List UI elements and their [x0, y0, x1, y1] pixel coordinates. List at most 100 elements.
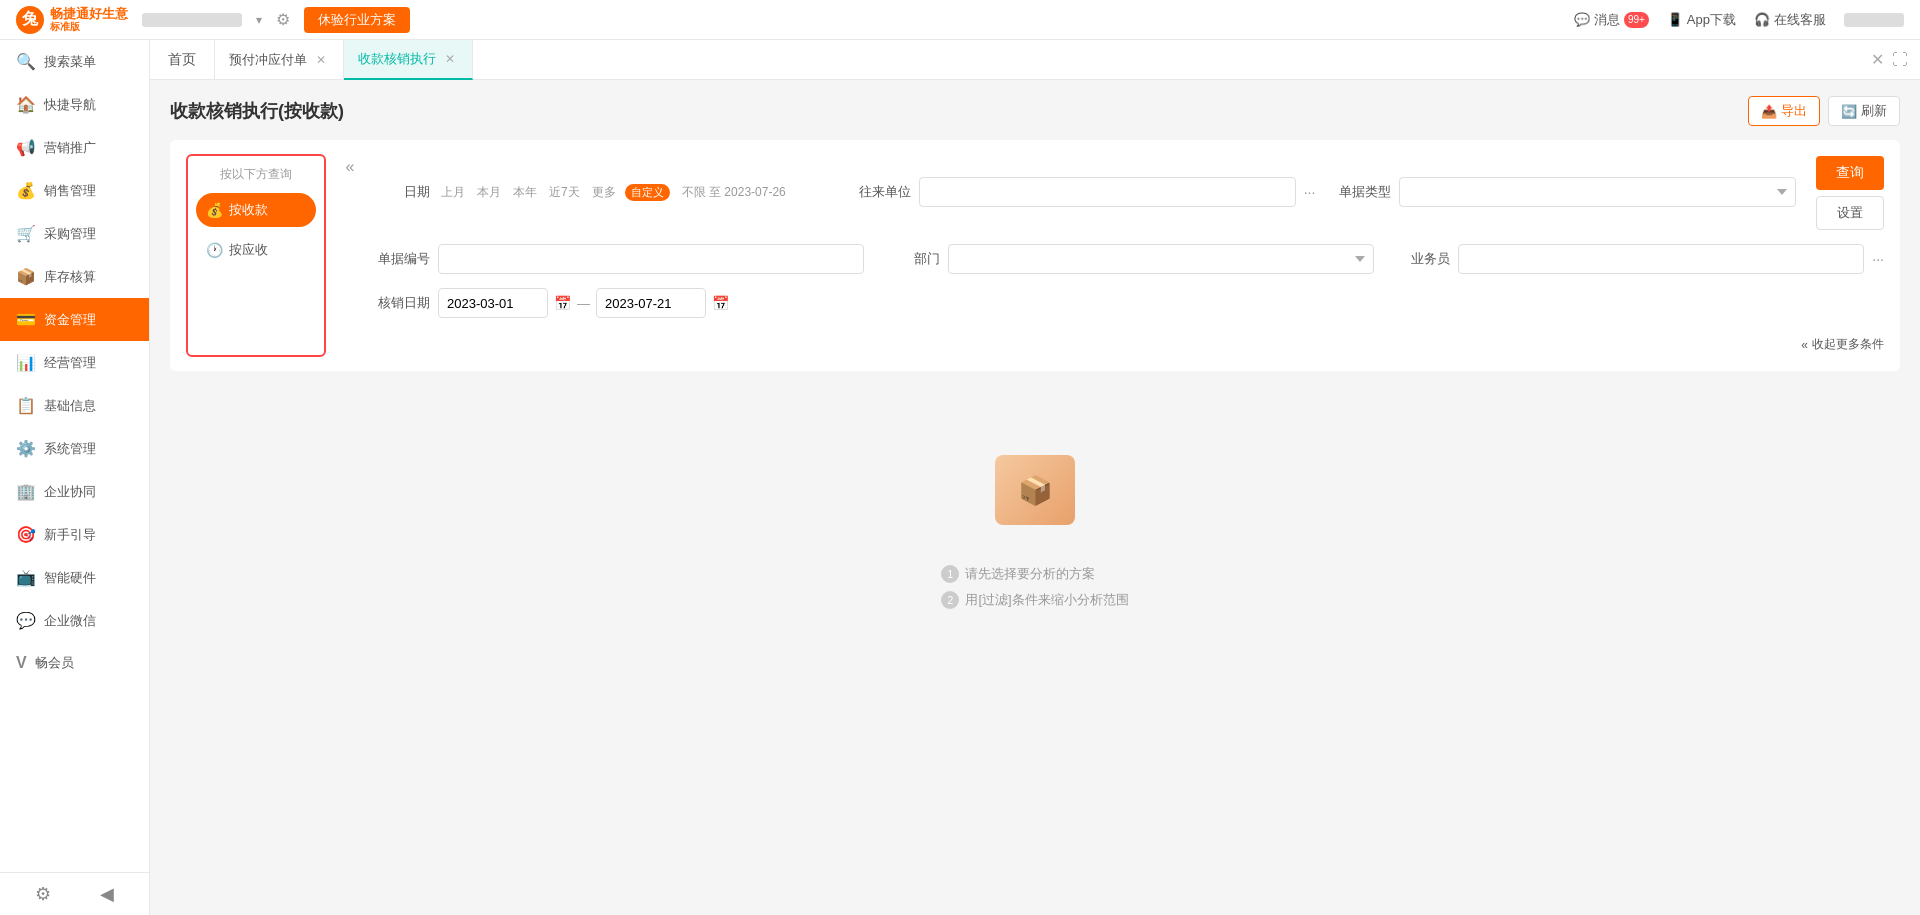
sidebar-item-operation[interactable]: 📊 经营管理: [0, 341, 149, 384]
wechat-icon: 💬: [16, 611, 36, 630]
refresh-icon: 🔄: [1841, 104, 1857, 119]
sidebar-item-nav[interactable]: 🏠 快捷导航: [0, 83, 149, 126]
tab-receipt-close-icon[interactable]: ✕: [442, 51, 458, 67]
solution-button[interactable]: 休验行业方案: [304, 7, 410, 33]
filter-row-1: 日期 上月 本月 本年 近7天 更多 自定义 不限 至 2023-07-26: [374, 154, 1884, 230]
date-shortcuts: 上月 本月 本年 近7天 更多 自定义: [438, 183, 670, 202]
empty-face-icon: 📦: [1018, 474, 1053, 507]
tab-receipt[interactable]: 收款核销执行 ✕: [344, 40, 473, 80]
member-icon: V: [16, 654, 27, 672]
inventory-icon: 📦: [16, 267, 36, 286]
tab-prepay-close-icon[interactable]: ✕: [313, 52, 329, 68]
sidebar-item-marketing[interactable]: 📢 营销推广: [0, 126, 149, 169]
finance-icon: 💳: [16, 310, 36, 329]
settings-button[interactable]: 设置: [1816, 196, 1884, 230]
hint-num-1: 1: [941, 565, 959, 583]
sidebar-item-system[interactable]: ⚙️ 系统管理: [0, 427, 149, 470]
receivable-icon: 🕐: [206, 242, 223, 258]
date-shortcut-7days[interactable]: 近7天: [546, 183, 583, 202]
sidebar-item-search[interactable]: 🔍 搜索菜单: [0, 40, 149, 83]
sidebar-label-search: 搜索菜单: [44, 53, 96, 71]
collapse-panel-button[interactable]: «: [338, 154, 362, 357]
hint-num-2: 2: [941, 591, 959, 609]
page-header: 收款核销执行(按收款) 📤 导出 🔄 刷新: [170, 96, 1900, 126]
collapse-more-label: 收起更多条件: [1812, 336, 1884, 353]
filter-row-3: 核销日期 📅 — 📅: [374, 288, 1884, 318]
sidebar-item-finance[interactable]: 💳 资金管理: [0, 298, 149, 341]
verify-date-range: 📅 — 📅: [438, 288, 1884, 318]
gear-icon[interactable]: ⚙: [276, 10, 290, 29]
filter-form: 日期 上月 本月 本年 近7天 更多 自定义 不限 至 2023-07-26: [374, 154, 1884, 357]
sidebar-item-base-info[interactable]: 📋 基础信息: [0, 384, 149, 427]
verify-date-start-calendar-icon[interactable]: 📅: [554, 295, 571, 311]
sidebar-item-purchase[interactable]: 🛒 采购管理: [0, 212, 149, 255]
message-label: 消息: [1594, 11, 1620, 29]
date-shortcut-more[interactable]: 更多: [589, 183, 619, 202]
tab-expand-icon[interactable]: ⛶: [1892, 51, 1908, 69]
verify-date-label: 核销日期: [374, 294, 430, 312]
sidebar-label-inventory: 库存核算: [44, 268, 96, 286]
dept-label: 部门: [884, 250, 940, 268]
sidebar-label-system: 系统管理: [44, 440, 96, 458]
filter-left-panel: 按以下方查询 💰 按收款 🕐 按应收: [186, 154, 326, 357]
sidebar-item-inventory[interactable]: 📦 库存核算: [0, 255, 149, 298]
export-button[interactable]: 📤 导出: [1748, 96, 1820, 126]
guide-icon: 🎯: [16, 525, 36, 544]
sidebar-label-base-info: 基础信息: [44, 397, 96, 415]
date-label: 日期: [374, 183, 430, 201]
page-header-actions: 📤 导出 🔄 刷新: [1748, 96, 1900, 126]
query-button[interactable]: 查询: [1816, 156, 1884, 190]
filter-option-by-receivable[interactable]: 🕐 按应收: [196, 233, 316, 267]
tab-prepay[interactable]: 预付冲应付单 ✕: [215, 40, 344, 80]
message-item[interactable]: 💬 消息 99+: [1574, 11, 1649, 29]
order-no-input[interactable]: [438, 244, 864, 274]
app-download-item[interactable]: 📱 App下载: [1667, 11, 1736, 29]
sales-icon: 💰: [16, 181, 36, 200]
sidebar-item-guide[interactable]: 🎯 新手引导: [0, 513, 149, 556]
counterpart-label: 往来单位: [855, 183, 911, 201]
empty-hint-1-label: 请先选择要分析的方案: [965, 565, 1095, 583]
date-shortcut-this-year[interactable]: 本年: [510, 183, 540, 202]
sidebar-item-wechat[interactable]: 💬 企业微信: [0, 599, 149, 642]
dropdown-arrow-icon[interactable]: ▾: [256, 13, 262, 27]
verify-date-end-calendar-icon[interactable]: 📅: [712, 295, 729, 311]
order-type-select[interactable]: [1399, 177, 1796, 207]
sidebar-label-hardware: 智能硬件: [44, 569, 96, 587]
dept-select[interactable]: [948, 244, 1374, 274]
sidebar-label-finance: 资金管理: [44, 311, 96, 329]
online-service-item[interactable]: 🎧 在线客服: [1754, 11, 1826, 29]
sales-ellipsis-icon[interactable]: ···: [1872, 251, 1884, 267]
sidebar-item-member[interactable]: V 畅会员: [0, 642, 149, 684]
verify-date-start-input[interactable]: [438, 288, 548, 318]
sidebar-label-purchase: 采购管理: [44, 225, 96, 243]
collapse-sidebar-icon[interactable]: ◀: [100, 883, 114, 905]
date-shortcut-this-month[interactable]: 本月: [474, 183, 504, 202]
app-edition: 标准版: [50, 21, 128, 33]
collapse-more-button[interactable]: « 收起更多条件: [374, 332, 1884, 357]
sidebar-label-wechat: 企业微信: [44, 612, 96, 630]
empty-state: 📦 1 请先选择要分析的方案 2 用[过滤]条件来缩小分析范围: [170, 385, 1900, 669]
counterpart-input[interactable]: [919, 177, 1296, 207]
tab-close-all-icon[interactable]: ✕: [1871, 50, 1884, 69]
order-type-label: 单据类型: [1335, 183, 1391, 201]
settings-bottom-icon[interactable]: ⚙: [35, 883, 51, 905]
sidebar-item-sales[interactable]: 💰 销售管理: [0, 169, 149, 212]
filter-option-receipt-label: 按收款: [229, 201, 268, 219]
tab-home[interactable]: 首页: [150, 40, 215, 80]
service-icon: 🎧: [1754, 12, 1770, 27]
counterpart-ellipsis-icon[interactable]: ···: [1304, 184, 1316, 200]
refresh-button[interactable]: 🔄 刷新: [1828, 96, 1900, 126]
date-custom-badge[interactable]: 自定义: [625, 184, 670, 201]
refresh-label: 刷新: [1861, 102, 1887, 120]
filter-option-by-receipt[interactable]: 💰 按收款: [196, 193, 316, 227]
sidebar-item-enterprise[interactable]: 🏢 企业协同: [0, 470, 149, 513]
filter-option-receivable-label: 按应收: [229, 241, 268, 259]
sidebar-item-hardware[interactable]: 📺 智能硬件: [0, 556, 149, 599]
sidebar-label-operation: 经营管理: [44, 354, 96, 372]
export-label: 导出: [1781, 102, 1807, 120]
sales-input[interactable]: [1458, 244, 1864, 274]
filter-group-dept: 部门: [884, 244, 1374, 274]
date-shortcut-last-month[interactable]: 上月: [438, 183, 468, 202]
verify-date-end-input[interactable]: [596, 288, 706, 318]
sidebar-label-guide: 新手引导: [44, 526, 96, 544]
